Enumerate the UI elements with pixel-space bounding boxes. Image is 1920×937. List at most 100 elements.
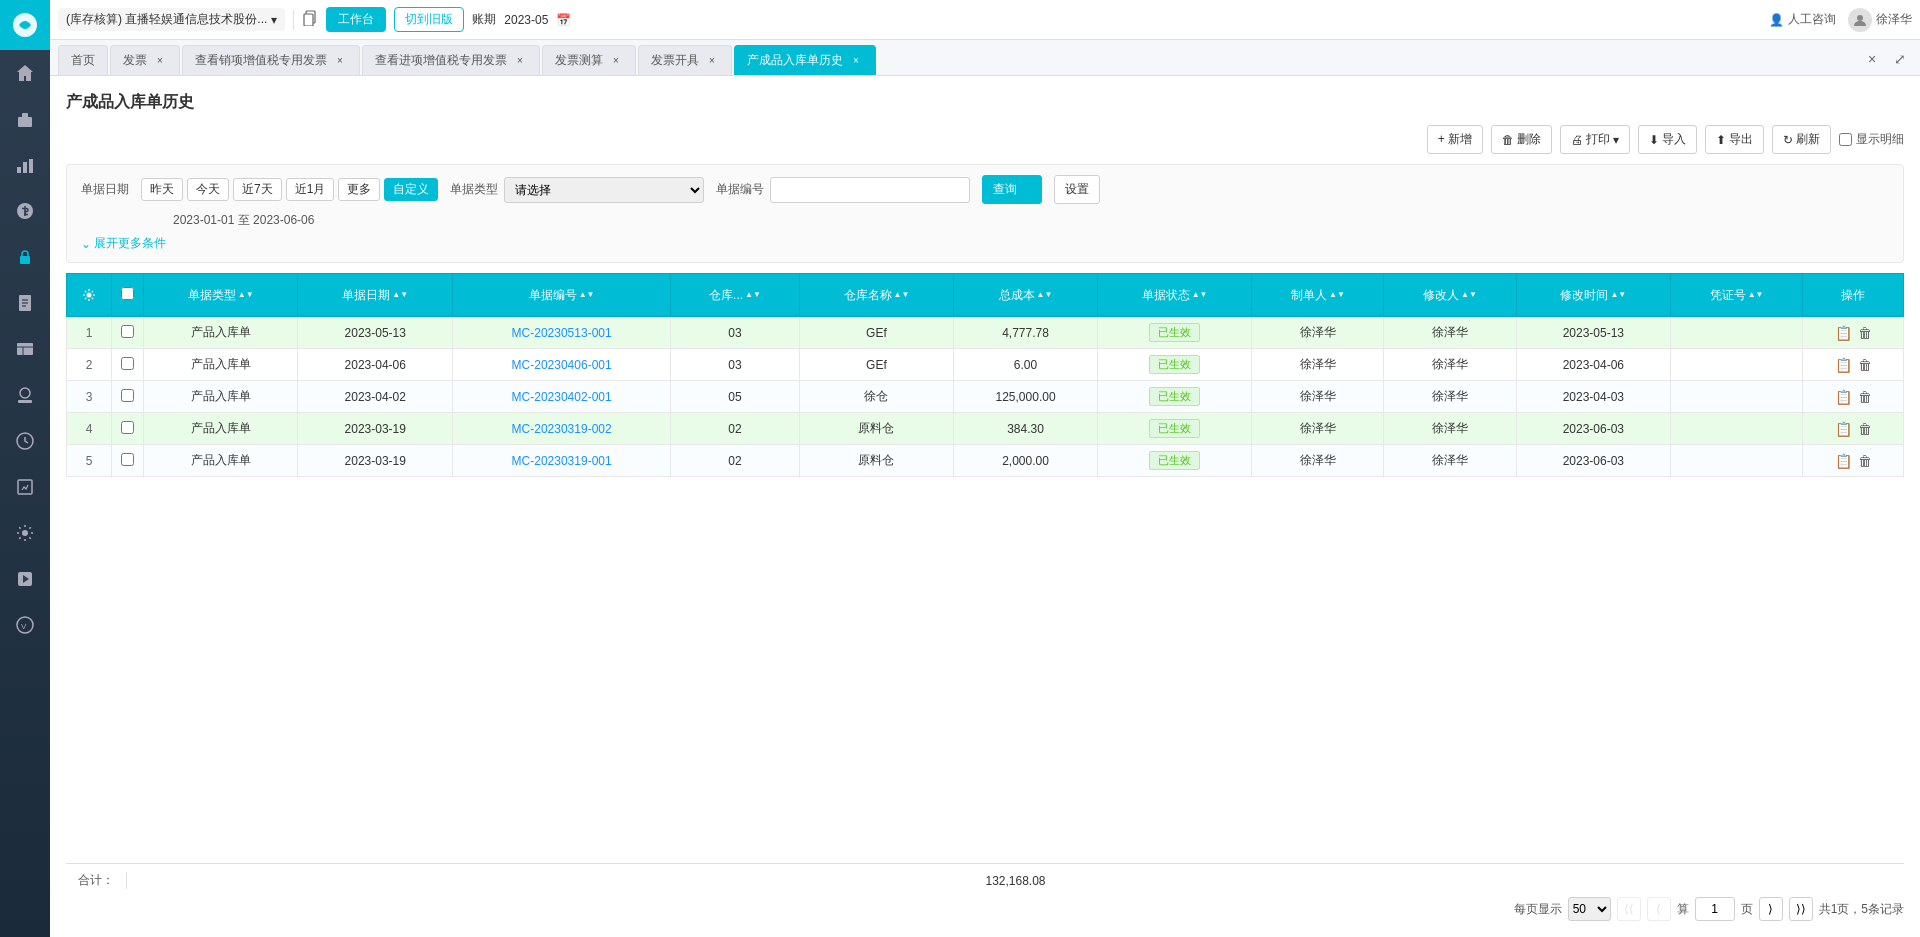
sidebar-item-table[interactable] bbox=[0, 326, 50, 372]
svg-point-19 bbox=[22, 530, 28, 536]
row-checkbox[interactable] bbox=[112, 349, 144, 381]
sidebar-item-stamp[interactable] bbox=[0, 372, 50, 418]
row-checkbox[interactable] bbox=[112, 413, 144, 445]
sidebar-item-version[interactable]: V bbox=[0, 602, 50, 648]
tab-close-all[interactable]: × bbox=[1860, 47, 1884, 71]
sidebar-item-report[interactable] bbox=[0, 464, 50, 510]
show-detail-checkbox[interactable] bbox=[1839, 133, 1852, 146]
tab-invoice-open-label: 发票开具 bbox=[651, 52, 699, 69]
row-total-cost: 4,777.78 bbox=[954, 317, 1098, 349]
more-btn[interactable]: 更多 bbox=[338, 178, 380, 201]
sidebar-item-chart[interactable] bbox=[0, 142, 50, 188]
tab-invoice-open-close[interactable]: × bbox=[705, 54, 719, 68]
tab-sales-vat[interactable]: 查看销项增值税专用发票 × bbox=[182, 45, 360, 75]
workbench-button[interactable]: 工作台 bbox=[326, 7, 386, 32]
calendar-icon[interactable]: 📅 bbox=[556, 13, 571, 27]
svg-point-15 bbox=[20, 388, 30, 398]
sidebar-item-company[interactable] bbox=[0, 96, 50, 142]
row-checkbox[interactable] bbox=[112, 381, 144, 413]
row-num: 5 bbox=[67, 445, 112, 477]
row-modifier: 徐泽华 bbox=[1384, 349, 1516, 381]
import-button[interactable]: ⬇ 导入 bbox=[1638, 125, 1697, 154]
row-delete-icon[interactable]: 🗑 bbox=[1858, 421, 1872, 437]
today-btn[interactable]: 今天 bbox=[187, 178, 229, 201]
row-delete-icon[interactable]: 🗑 bbox=[1858, 325, 1872, 341]
tab-invoice-calc[interactable]: 发票测算 × bbox=[542, 45, 636, 75]
svg-text:V: V bbox=[21, 622, 27, 631]
export-icon: ⬆ bbox=[1716, 133, 1726, 147]
row-delete-icon[interactable]: 🗑 bbox=[1858, 389, 1872, 405]
column-settings-icon[interactable] bbox=[75, 281, 103, 309]
tab-invoice[interactable]: 发票 × bbox=[110, 45, 180, 75]
user-menu[interactable]: 徐泽华 bbox=[1848, 8, 1912, 32]
custom-btn[interactable]: 自定义 bbox=[384, 178, 438, 201]
1month-btn[interactable]: 近1月 bbox=[286, 178, 335, 201]
row-edit-icon[interactable]: 📋 bbox=[1835, 325, 1852, 341]
prev-page-btn[interactable]: ⟨ bbox=[1647, 897, 1671, 921]
delete-button[interactable]: 🗑 删除 bbox=[1491, 125, 1552, 154]
tab-product-history[interactable]: 产成品入库单历史 × bbox=[734, 45, 876, 75]
next-page-btn[interactable]: ⟩ bbox=[1759, 897, 1783, 921]
new-button[interactable]: + 新增 bbox=[1427, 125, 1483, 154]
tab-purchase-vat-close[interactable]: × bbox=[513, 54, 527, 68]
type-select[interactable]: 请选择 bbox=[504, 177, 704, 203]
table-row: 2 产品入库单 2023-04-06 MC-20230406-001 03 GE… bbox=[67, 349, 1904, 381]
row-number[interactable]: MC-20230513-001 bbox=[452, 317, 670, 349]
row-edit-icon[interactable]: 📋 bbox=[1835, 453, 1852, 469]
sidebar-item-lock[interactable] bbox=[0, 234, 50, 280]
company-selector[interactable]: (库存核算) 直播轻娱通信息技术股份... ▾ bbox=[58, 8, 285, 31]
tab-invoice-close[interactable]: × bbox=[153, 54, 167, 68]
sidebar-item-finance[interactable] bbox=[0, 188, 50, 234]
set-button[interactable]: 设置 bbox=[1054, 175, 1100, 204]
row-edit-icon[interactable]: 📋 bbox=[1835, 357, 1852, 373]
row-voucher bbox=[1671, 349, 1803, 381]
number-input[interactable] bbox=[770, 177, 970, 203]
last-page-btn[interactable]: ⟩⟩ bbox=[1789, 897, 1813, 921]
row-checkbox[interactable] bbox=[112, 445, 144, 477]
pagination: 每页显示 50 100 ⟨⟨ ⟨ 算 页 ⟩ ⟩⟩ 共1页，5条记录 bbox=[66, 889, 1904, 921]
filter-area: 单据日期 昨天 今天 近7天 近1月 更多 自定义 单据类型 请选择 单据编号 bbox=[66, 164, 1904, 263]
tab-purchase-vat[interactable]: 查看进项增值税专用发票 × bbox=[362, 45, 540, 75]
query-button[interactable]: 查询 bbox=[982, 175, 1042, 204]
sidebar-item-docs[interactable] bbox=[0, 280, 50, 326]
row-delete-icon[interactable]: 🗑 bbox=[1858, 453, 1872, 469]
tab-sales-vat-close[interactable]: × bbox=[333, 54, 347, 68]
row-number[interactable]: MC-20230319-002 bbox=[452, 413, 670, 445]
page-input[interactable] bbox=[1695, 897, 1735, 921]
help-button[interactable]: 👤 人工咨询 bbox=[1769, 11, 1836, 28]
yesterday-btn[interactable]: 昨天 bbox=[141, 178, 183, 201]
tab-home-label: 首页 bbox=[71, 52, 95, 69]
sidebar-item-clock[interactable] bbox=[0, 418, 50, 464]
tab-home[interactable]: 首页 bbox=[58, 45, 108, 75]
select-all-checkbox[interactable] bbox=[121, 287, 134, 300]
row-number[interactable]: MC-20230319-001 bbox=[452, 445, 670, 477]
tab-invoice-calc-close[interactable]: × bbox=[609, 54, 623, 68]
export-button[interactable]: ⬆ 导出 bbox=[1705, 125, 1764, 154]
expand-filter-btn[interactable]: ⌄ 展开更多条件 bbox=[81, 235, 166, 252]
tab-expand[interactable]: ⤢ bbox=[1888, 47, 1912, 71]
row-creator: 徐泽华 bbox=[1252, 381, 1384, 413]
table-wrap: 单据类型▲▼ 单据日期▲▼ 单据编号▲▼ 仓库...▲▼ 仓库名称▲▼ 总成本▲… bbox=[66, 273, 1904, 859]
print-button[interactable]: 🖨 打印 ▾ bbox=[1560, 125, 1630, 154]
switch-old-button[interactable]: 切到旧版 bbox=[394, 7, 464, 32]
show-detail-checkbox-label: 显示明细 bbox=[1839, 131, 1904, 148]
per-page-select[interactable]: 50 100 bbox=[1568, 897, 1611, 921]
row-actions: 📋 🗑 bbox=[1803, 317, 1904, 349]
copy-icon[interactable] bbox=[302, 10, 318, 29]
row-delete-icon[interactable]: 🗑 bbox=[1858, 357, 1872, 373]
7days-btn[interactable]: 近7天 bbox=[233, 178, 282, 201]
refresh-button[interactable]: ↻ 刷新 bbox=[1772, 125, 1831, 154]
row-edit-icon[interactable]: 📋 bbox=[1835, 389, 1852, 405]
row-number[interactable]: MC-20230402-001 bbox=[452, 381, 670, 413]
sidebar-item-settings[interactable] bbox=[0, 510, 50, 556]
row-modify-time: 2023-05-13 bbox=[1516, 317, 1670, 349]
app-logo[interactable] bbox=[0, 0, 50, 50]
row-checkbox[interactable] bbox=[112, 317, 144, 349]
sidebar-item-home[interactable] bbox=[0, 50, 50, 96]
sidebar-item-play[interactable] bbox=[0, 556, 50, 602]
first-page-btn[interactable]: ⟨⟨ bbox=[1617, 897, 1641, 921]
tab-product-history-close[interactable]: × bbox=[849, 54, 863, 68]
row-number[interactable]: MC-20230406-001 bbox=[452, 349, 670, 381]
tab-invoice-open[interactable]: 发票开具 × bbox=[638, 45, 732, 75]
row-edit-icon[interactable]: 📋 bbox=[1835, 421, 1852, 437]
